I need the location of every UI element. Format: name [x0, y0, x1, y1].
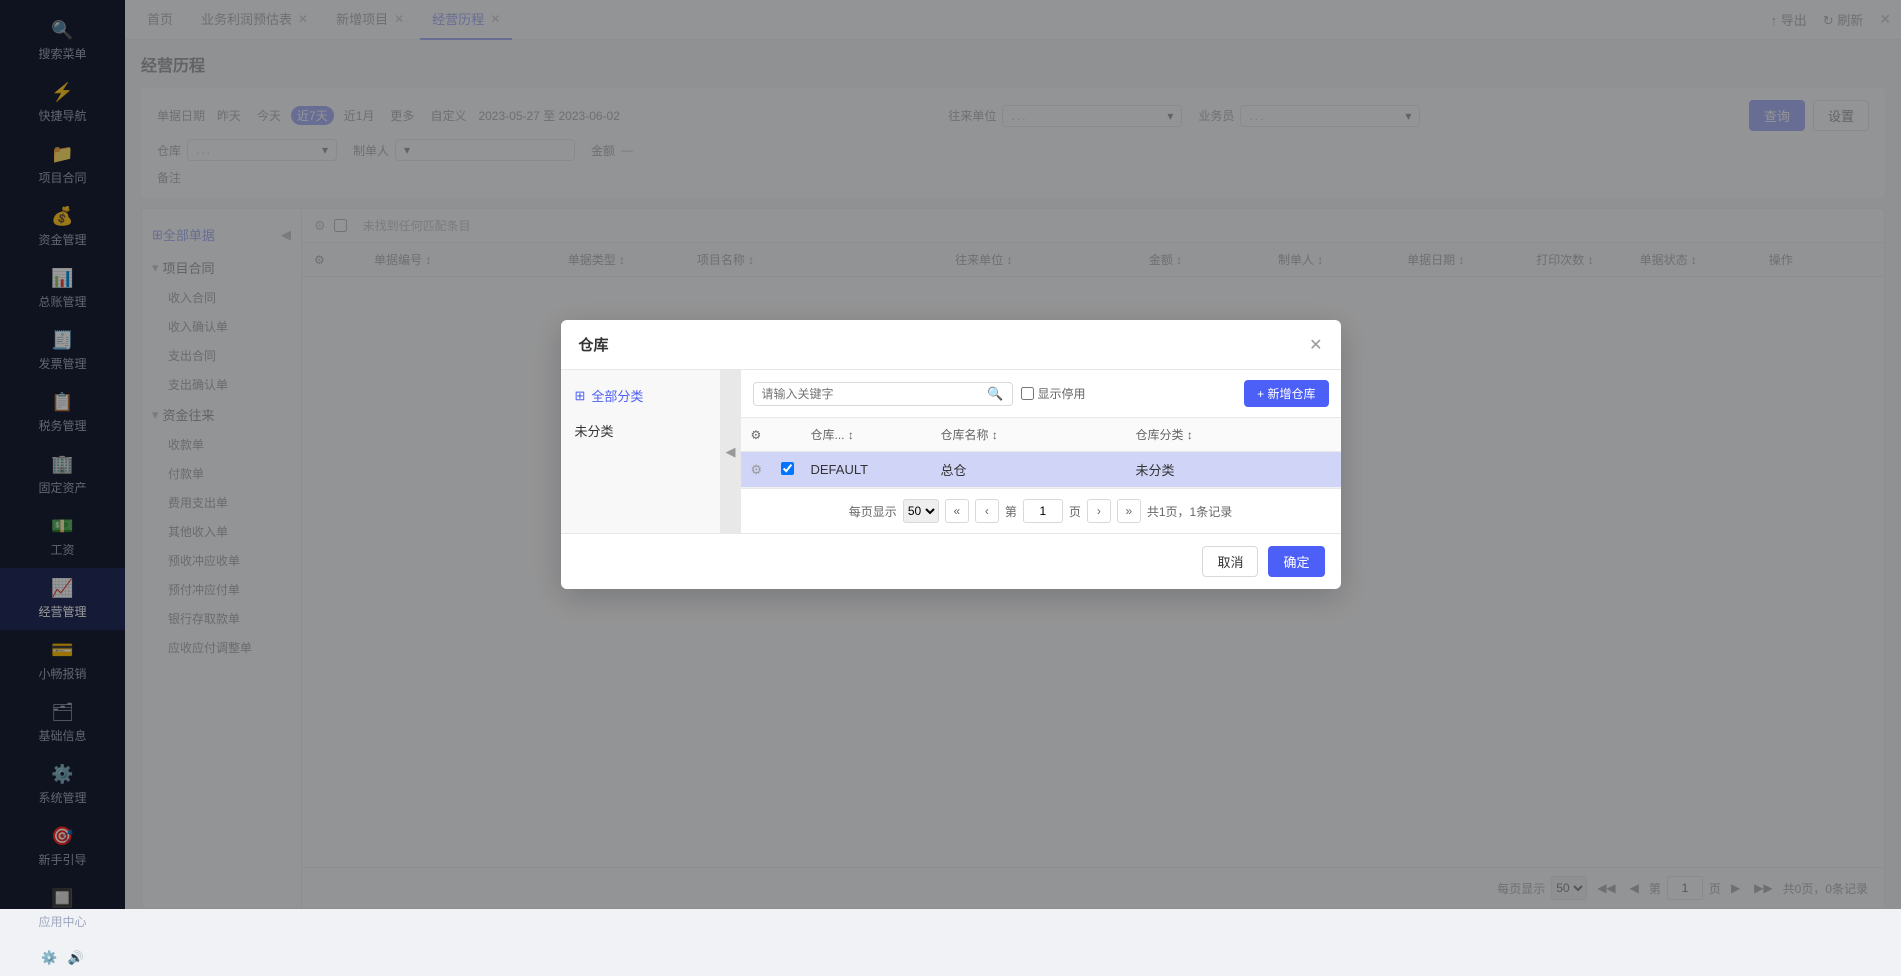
modal-toolbar: 🔍 显示停用 + 新增仓库 [741, 370, 1341, 418]
modal-overlay: 仓库 ✕ ⊞ 全部分类 未分类 ◀ [0, 0, 1901, 909]
modal-total-text: 共1页，1条记录 [1147, 503, 1232, 520]
collapse-left-icon: ◀ [726, 444, 736, 460]
modal-left-panel: ⊞ 全部分类 未分类 [561, 370, 721, 533]
modal-title: 仓库 [579, 334, 609, 355]
modal-next-page-btn[interactable]: › [1087, 499, 1111, 523]
modal-search-box: 🔍 [753, 382, 1013, 406]
modal-per-page-select[interactable]: 50 [903, 499, 939, 523]
show-disabled-label: 显示停用 [1038, 385, 1086, 402]
add-warehouse-button[interactable]: + 新增仓库 [1244, 380, 1328, 407]
modal-uncategorized[interactable]: 未分类 [561, 413, 720, 448]
th-modal-name[interactable]: 仓库名称 ↕ [941, 426, 1136, 443]
modal-all-category[interactable]: ⊞ 全部分类 [561, 378, 720, 413]
modal-page-suffix: 页 [1069, 503, 1081, 520]
modal-page-input[interactable] [1023, 499, 1063, 523]
settings-bottom-icon[interactable]: ⚙️ [41, 950, 57, 966]
modal-last-page-btn[interactable]: » [1117, 499, 1141, 523]
modal-confirm-button[interactable]: 确定 [1268, 546, 1324, 577]
modal-search-input[interactable] [762, 387, 988, 401]
modal-footer: 取消 确定 [561, 533, 1341, 589]
th-modal-category[interactable]: 仓库分类 ↕ [1136, 426, 1331, 443]
modal-table-header: ⚙ 仓库... ↕ 仓库名称 ↕ 仓库分类 ↕ [741, 418, 1341, 452]
modal-close-button[interactable]: ✕ [1309, 335, 1322, 355]
row-checkbox[interactable] [781, 462, 794, 475]
table-row[interactable]: ⚙ DEFAULT 总仓 未分类 [741, 452, 1341, 488]
audio-icon[interactable]: 🔊 [68, 950, 84, 966]
modal-body: ⊞ 全部分类 未分类 ◀ 🔍 [561, 370, 1341, 533]
show-disabled-toggle[interactable]: 显示停用 [1021, 385, 1086, 402]
modal-per-page-label: 每页显示 [849, 503, 897, 520]
modal-first-page-btn[interactable]: « [945, 499, 969, 523]
modal-pagination: 每页显示 50 « ‹ 第 页 › » 共1页，1条记录 [741, 488, 1341, 533]
modal-table: ⚙ 仓库... ↕ 仓库名称 ↕ 仓库分类 ↕ [741, 418, 1341, 488]
sidebar-item-appstore-label: 应用中心 [38, 913, 86, 930]
all-category-label: 全部分类 [591, 386, 643, 405]
uncategorized-label: 未分类 [575, 421, 614, 440]
search-icon: 🔍 [987, 386, 1003, 402]
show-disabled-checkbox[interactable] [1021, 387, 1034, 400]
warehouse-modal: 仓库 ✕ ⊞ 全部分类 未分类 ◀ [561, 320, 1341, 589]
modal-prev-page-btn[interactable]: ‹ [975, 499, 999, 523]
row-settings: ⚙ [751, 462, 781, 478]
row-name: 总仓 [941, 460, 1136, 479]
row-code: DEFAULT [811, 462, 941, 477]
sidebar-bottom: ⚙️ 🔊 [31, 940, 93, 976]
grid-category-icon: ⊞ [575, 388, 586, 404]
modal-cancel-button[interactable]: 取消 [1202, 546, 1258, 577]
th-modal-settings[interactable]: ⚙ [751, 428, 781, 442]
modal-header: 仓库 ✕ [561, 320, 1341, 370]
modal-right-panel: 🔍 显示停用 + 新增仓库 ⚙ 仓库... ↕ [741, 370, 1341, 533]
th-modal-code[interactable]: 仓库... ↕ [811, 426, 941, 443]
modal-page-label: 第 [1005, 503, 1017, 520]
modal-left-collapse[interactable]: ◀ [721, 370, 741, 533]
row-category: 未分类 [1136, 460, 1331, 479]
row-check[interactable] [781, 462, 811, 478]
